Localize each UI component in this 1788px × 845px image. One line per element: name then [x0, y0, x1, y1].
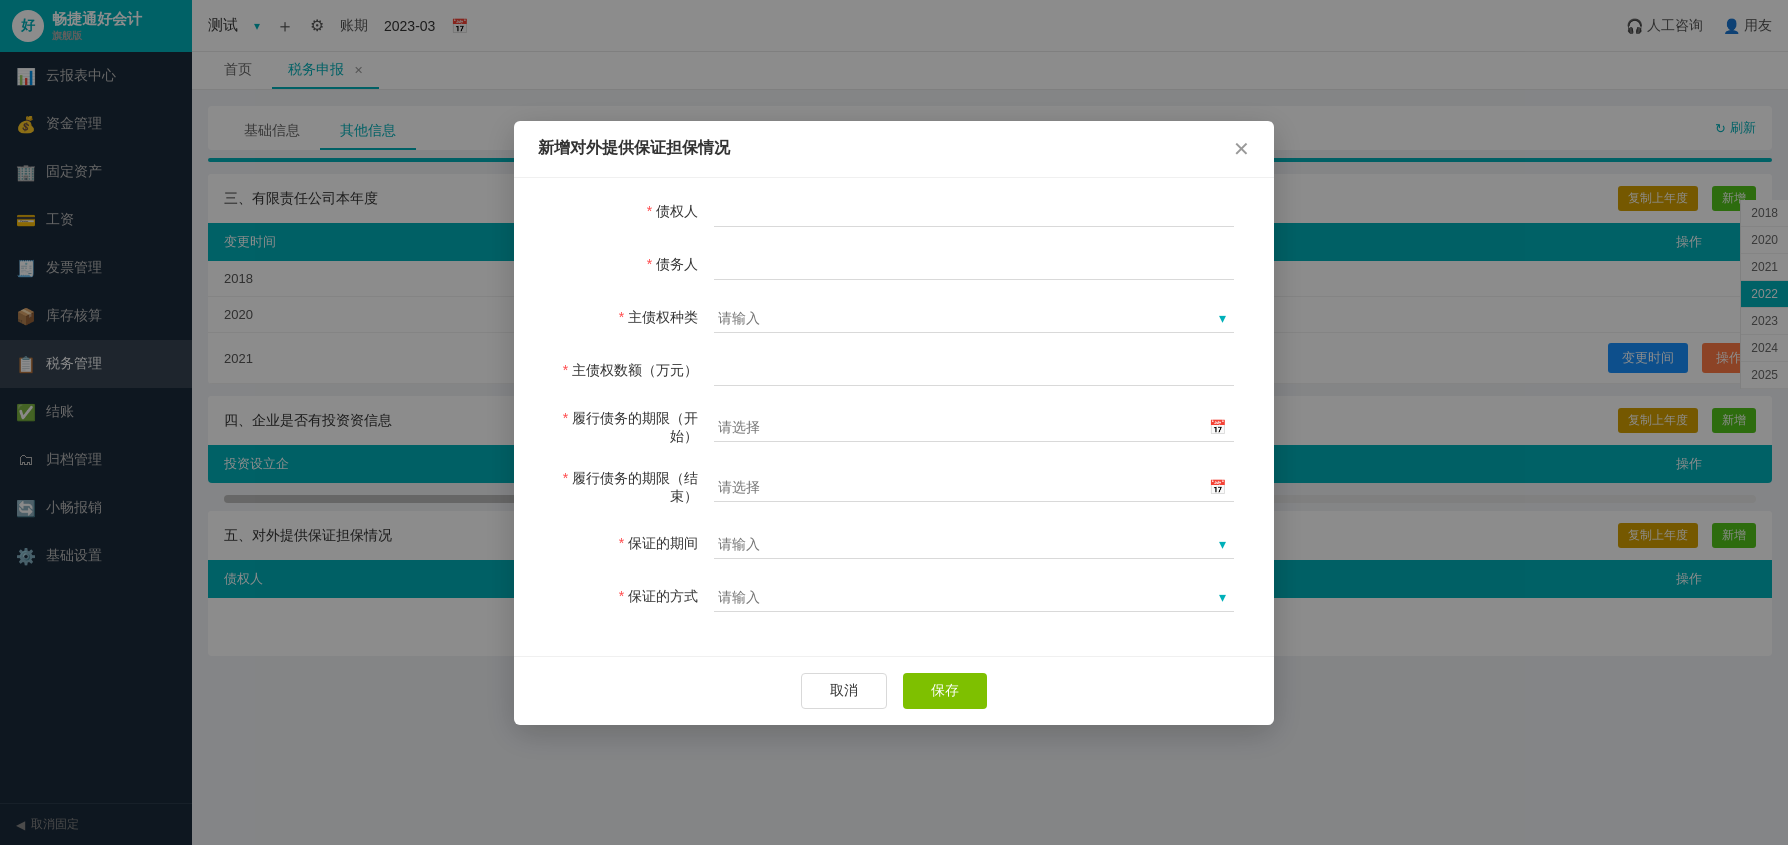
- period-start-calendar-icon[interactable]: 📅: [1201, 419, 1234, 435]
- claim-type-label-text: 主债权种类: [628, 309, 698, 325]
- guarantee-method-select[interactable]: ▾: [714, 583, 1234, 612]
- required-star-5: *: [563, 410, 568, 426]
- required-star-7: *: [619, 535, 624, 551]
- period-end-label-text: 履行债务的期限（结束）: [572, 470, 698, 504]
- required-star: *: [647, 203, 652, 219]
- period-end-label: * 履行债务的期限（结束）: [554, 470, 714, 506]
- cancel-button[interactable]: 取消: [801, 673, 887, 709]
- claim-type-select[interactable]: ▾: [714, 304, 1234, 333]
- guarantee-period-select[interactable]: ▾: [714, 530, 1234, 559]
- required-star-8: *: [619, 588, 624, 604]
- guarantee-period-label: * 保证的期间: [554, 535, 714, 553]
- form-row-period-start: * 履行债务的期限（开始） 📅: [554, 410, 1234, 446]
- claim-amount-input[interactable]: [714, 357, 1234, 386]
- form-row-debtor: * 债务人: [554, 251, 1234, 280]
- form-row-guarantee-period: * 保证的期间 ▾: [554, 530, 1234, 559]
- guarantee-period-input[interactable]: [714, 530, 1211, 558]
- claim-amount-label: * 主债权数额（万元）: [554, 362, 714, 380]
- period-end-calendar-icon[interactable]: 📅: [1201, 479, 1234, 495]
- creditor-input[interactable]: [714, 198, 1234, 227]
- form-row-period-end: * 履行债务的期限（结束） 📅: [554, 470, 1234, 506]
- period-end-date[interactable]: 📅: [714, 473, 1234, 502]
- required-star-2: *: [647, 256, 652, 272]
- required-star-3: *: [619, 309, 624, 325]
- claim-type-dropdown-icon[interactable]: ▾: [1211, 310, 1234, 326]
- form-row-guarantee-method: * 保证的方式 ▾: [554, 583, 1234, 612]
- guarantee-method-label-text: 保证的方式: [628, 588, 698, 604]
- guarantee-period-dropdown-icon[interactable]: ▾: [1211, 536, 1234, 552]
- claim-type-label: * 主债权种类: [554, 309, 714, 327]
- modal-footer: 取消 保存: [514, 656, 1274, 725]
- required-star-4: *: [563, 362, 568, 378]
- debtor-label-text: 债务人: [656, 256, 698, 272]
- creditor-label-text: 债权人: [656, 203, 698, 219]
- modal-close-button[interactable]: ✕: [1233, 137, 1250, 161]
- creditor-label: * 债权人: [554, 203, 714, 221]
- save-button[interactable]: 保存: [903, 673, 987, 709]
- period-start-label-text: 履行债务的期限（开始）: [572, 410, 698, 444]
- modal-header: 新增对外提供保证担保情况 ✕: [514, 121, 1274, 178]
- form-row-creditor: * 债权人: [554, 198, 1234, 227]
- period-start-date[interactable]: 📅: [714, 413, 1234, 442]
- form-row-claim-type: * 主债权种类 ▾: [554, 304, 1234, 333]
- claim-type-input[interactable]: [714, 304, 1211, 332]
- guarantee-method-label: * 保证的方式: [554, 588, 714, 606]
- guarantee-period-label-text: 保证的期间: [628, 535, 698, 551]
- modal-overlay: 新增对外提供保证担保情况 ✕ * 债权人 * 债务人: [0, 0, 1788, 845]
- period-start-label: * 履行债务的期限（开始）: [554, 410, 714, 446]
- required-star-6: *: [563, 470, 568, 486]
- period-end-input[interactable]: [714, 473, 1201, 501]
- debtor-input[interactable]: [714, 251, 1234, 280]
- modal-title: 新增对外提供保证担保情况: [538, 138, 730, 159]
- debtor-label: * 债务人: [554, 256, 714, 274]
- period-start-input[interactable]: [714, 413, 1201, 441]
- claim-amount-label-text: 主债权数额（万元）: [572, 362, 698, 378]
- form-row-claim-amount: * 主债权数额（万元）: [554, 357, 1234, 386]
- guarantee-method-dropdown-icon[interactable]: ▾: [1211, 589, 1234, 605]
- modal-dialog: 新增对外提供保证担保情况 ✕ * 债权人 * 债务人: [514, 121, 1274, 725]
- guarantee-method-input[interactable]: [714, 583, 1211, 611]
- modal-body: * 债权人 * 债务人 * 主债权种类: [514, 178, 1274, 656]
